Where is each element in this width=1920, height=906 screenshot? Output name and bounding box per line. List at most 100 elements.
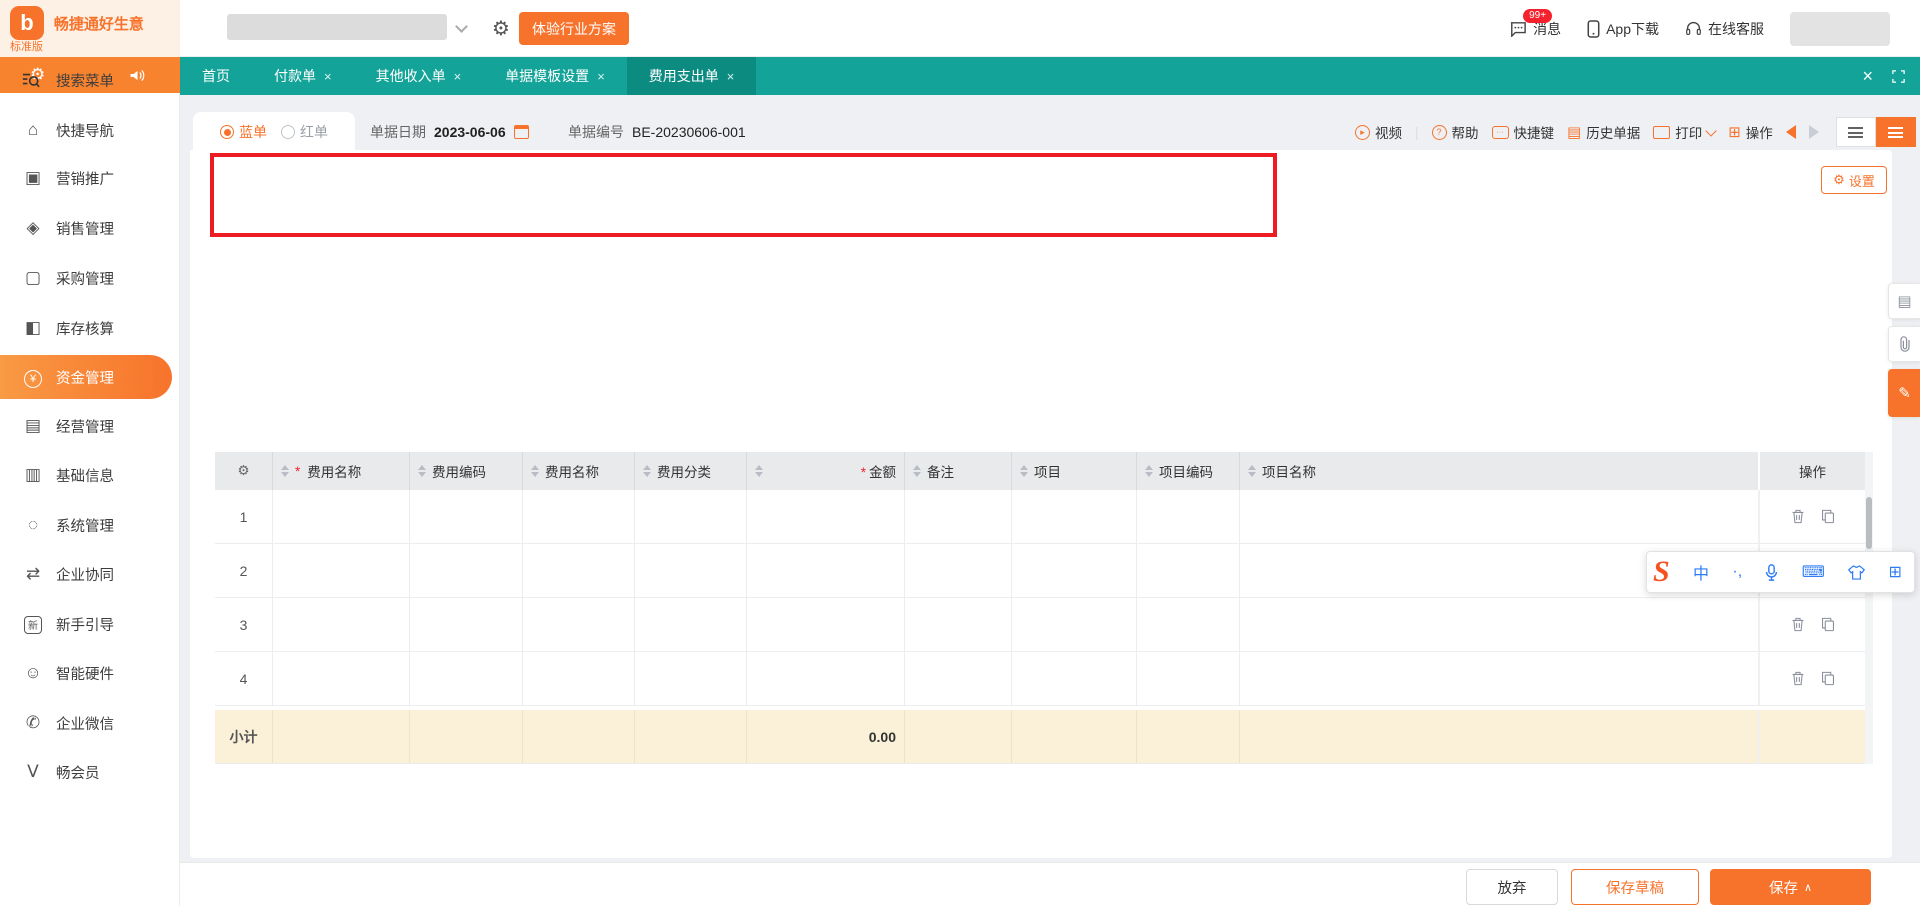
table-cell[interactable] <box>1137 490 1240 543</box>
messages-menu[interactable]: 消息 99+ <box>1509 8 1561 39</box>
prev-doc-arrow-icon[interactable] <box>1785 125 1796 139</box>
column-settings-gear-icon[interactable]: ⚙ <box>215 452 273 490</box>
table-row-4[interactable]: 4 <box>215 652 1758 706</box>
table-row-1[interactable]: 1 <box>215 490 1758 544</box>
sidebar-item-quick-nav[interactable]: ⌂ 快捷导航 <box>0 113 180 147</box>
tab-payment-doc[interactable]: 付款单 × <box>252 57 354 95</box>
tab-close-icon[interactable]: × <box>324 69 332 84</box>
table-cell[interactable] <box>635 652 747 705</box>
table-cell[interactable] <box>523 598 635 651</box>
list-view-button[interactable] <box>1835 117 1876 147</box>
print-action[interactable]: 打印 <box>1653 122 1717 142</box>
col-header-project-code[interactable]: 项目编码 <box>1137 452 1240 490</box>
table-cell[interactable] <box>523 490 635 543</box>
table-cell[interactable] <box>905 598 1012 651</box>
sidebar-item-smart-hardware[interactable]: ☺ 智能硬件 <box>0 656 180 690</box>
save-button[interactable]: 保存 ∧ <box>1710 869 1871 905</box>
sidebar-item-purchase[interactable]: ▢ 采购管理 <box>0 261 180 295</box>
sort-icon[interactable] <box>281 465 289 477</box>
help-action[interactable]: ? 帮助 <box>1431 122 1479 142</box>
feedback-button[interactable]: ✎ <box>1888 369 1920 417</box>
col-header-expense-code[interactable]: 费用编码 <box>410 452 523 490</box>
sort-icon[interactable] <box>418 465 426 477</box>
table-cell[interactable] <box>410 544 523 597</box>
table-cell[interactable] <box>1137 544 1240 597</box>
ime-punctuation-toggle[interactable]: ·, <box>1732 563 1742 581</box>
col-header-expense-name[interactable]: * 费用名称 <box>273 452 410 490</box>
table-cell[interactable] <box>523 652 635 705</box>
sort-icon[interactable] <box>531 465 539 477</box>
sidebar-item-marketing[interactable]: ▣ 营销推广 <box>0 161 180 195</box>
table-cell[interactable] <box>747 544 905 597</box>
table-cell[interactable] <box>635 598 747 651</box>
sort-icon[interactable] <box>755 465 763 477</box>
table-cell[interactable] <box>273 490 410 543</box>
table-cell[interactable] <box>1012 490 1137 543</box>
table-cell[interactable] <box>635 490 747 543</box>
sidebar-item-sales[interactable]: ◈ 销售管理 <box>0 211 180 245</box>
calendar-icon[interactable] <box>513 125 529 139</box>
delete-row-icon[interactable] <box>1791 671 1805 686</box>
table-cell[interactable] <box>273 652 410 705</box>
sort-icon[interactable] <box>1248 465 1256 477</box>
table-cell[interactable] <box>747 490 905 543</box>
table-cell[interactable] <box>410 652 523 705</box>
save-draft-button[interactable]: 保存草稿 <box>1571 869 1699 905</box>
tab-other-income-doc[interactable]: 其他收入单 × <box>354 57 484 95</box>
table-row-3[interactable]: 3 <box>215 598 1758 652</box>
table-cell[interactable] <box>1137 652 1240 705</box>
form-view-button[interactable] <box>1875 117 1916 147</box>
col-header-remark[interactable]: 备注 <box>905 452 1012 490</box>
table-cell[interactable] <box>1137 598 1240 651</box>
copy-row-icon[interactable] <box>1821 617 1835 632</box>
company-dropdown-chevron-icon[interactable] <box>455 20 468 33</box>
scrollbar-thumb[interactable] <box>1866 497 1872 549</box>
ime-toolbox-icon[interactable]: ⊞ <box>1889 562 1902 582</box>
tab-close-icon[interactable]: × <box>727 69 735 84</box>
discard-button[interactable]: 放弃 <box>1466 869 1558 905</box>
sidebar-item-funds-active[interactable]: ¥ 资金管理 <box>0 355 172 399</box>
online-support-menu[interactable]: 在线客服 <box>1685 19 1764 39</box>
sort-icon[interactable] <box>913 465 921 477</box>
settings-gear-icon[interactable]: ⚙ <box>492 16 510 41</box>
attachment-button[interactable] <box>1888 326 1920 362</box>
table-cell[interactable] <box>1012 598 1137 651</box>
table-cell[interactable] <box>410 490 523 543</box>
table-cell[interactable] <box>905 652 1012 705</box>
form-settings-button[interactable]: ⚙ 设置 <box>1821 166 1887 194</box>
sidebar-item-base-info[interactable]: ▥ 基础信息 <box>0 458 180 492</box>
table-cell[interactable] <box>273 598 410 651</box>
col-header-project[interactable]: 项目 <box>1012 452 1137 490</box>
table-cell[interactable] <box>1240 490 1758 543</box>
table-cell[interactable] <box>1012 652 1137 705</box>
table-cell[interactable] <box>635 544 747 597</box>
doc-date-value[interactable]: 2023-06-06 <box>434 124 506 140</box>
copy-row-icon[interactable] <box>1821 509 1835 524</box>
table-cell[interactable] <box>747 652 905 705</box>
sort-icon[interactable] <box>1145 465 1153 477</box>
sidebar-item-wechat-work[interactable]: ✆ 企业微信 <box>0 706 180 740</box>
table-cell[interactable] <box>410 598 523 651</box>
video-action[interactable]: ▸ 视频 <box>1355 122 1402 142</box>
blue-doc-radio[interactable]: 蓝单 <box>220 122 267 142</box>
tab-close-icon[interactable]: × <box>597 69 605 84</box>
table-row-2[interactable]: 2 <box>215 544 1758 598</box>
draft-box-button[interactable]: ▤ <box>1888 283 1920 319</box>
table-cell[interactable] <box>1240 598 1758 651</box>
sidebar-item-newbie-guide[interactable]: 新新手引导 <box>0 607 180 641</box>
table-cell[interactable] <box>905 490 1012 543</box>
sidebar-item-member[interactable]: Ⅴ 畅会员 <box>0 755 180 789</box>
user-account-redacted[interactable] <box>1790 11 1890 46</box>
table-cell[interactable] <box>905 544 1012 597</box>
sidebar-item-operation[interactable]: ▤ 经营管理 <box>0 409 180 443</box>
fullscreen-icon[interactable] <box>1891 69 1906 84</box>
sidebar-item-collaboration[interactable]: ⇄ 企业协同 <box>0 557 180 591</box>
col-header-expense-name2[interactable]: 费用名称 <box>523 452 635 490</box>
sidebar-item-inventory[interactable]: ◧ 库存核算 <box>0 311 180 345</box>
sidebar-item-system[interactable]: ◌ 系统管理 <box>0 508 180 542</box>
table-cell[interactable] <box>273 544 410 597</box>
app-download-menu[interactable]: App下载 <box>1587 19 1659 39</box>
delete-row-icon[interactable] <box>1791 509 1805 524</box>
trial-solution-button[interactable]: 体验行业方案 <box>519 12 629 45</box>
col-header-amount[interactable]: * 金额 <box>747 452 905 490</box>
